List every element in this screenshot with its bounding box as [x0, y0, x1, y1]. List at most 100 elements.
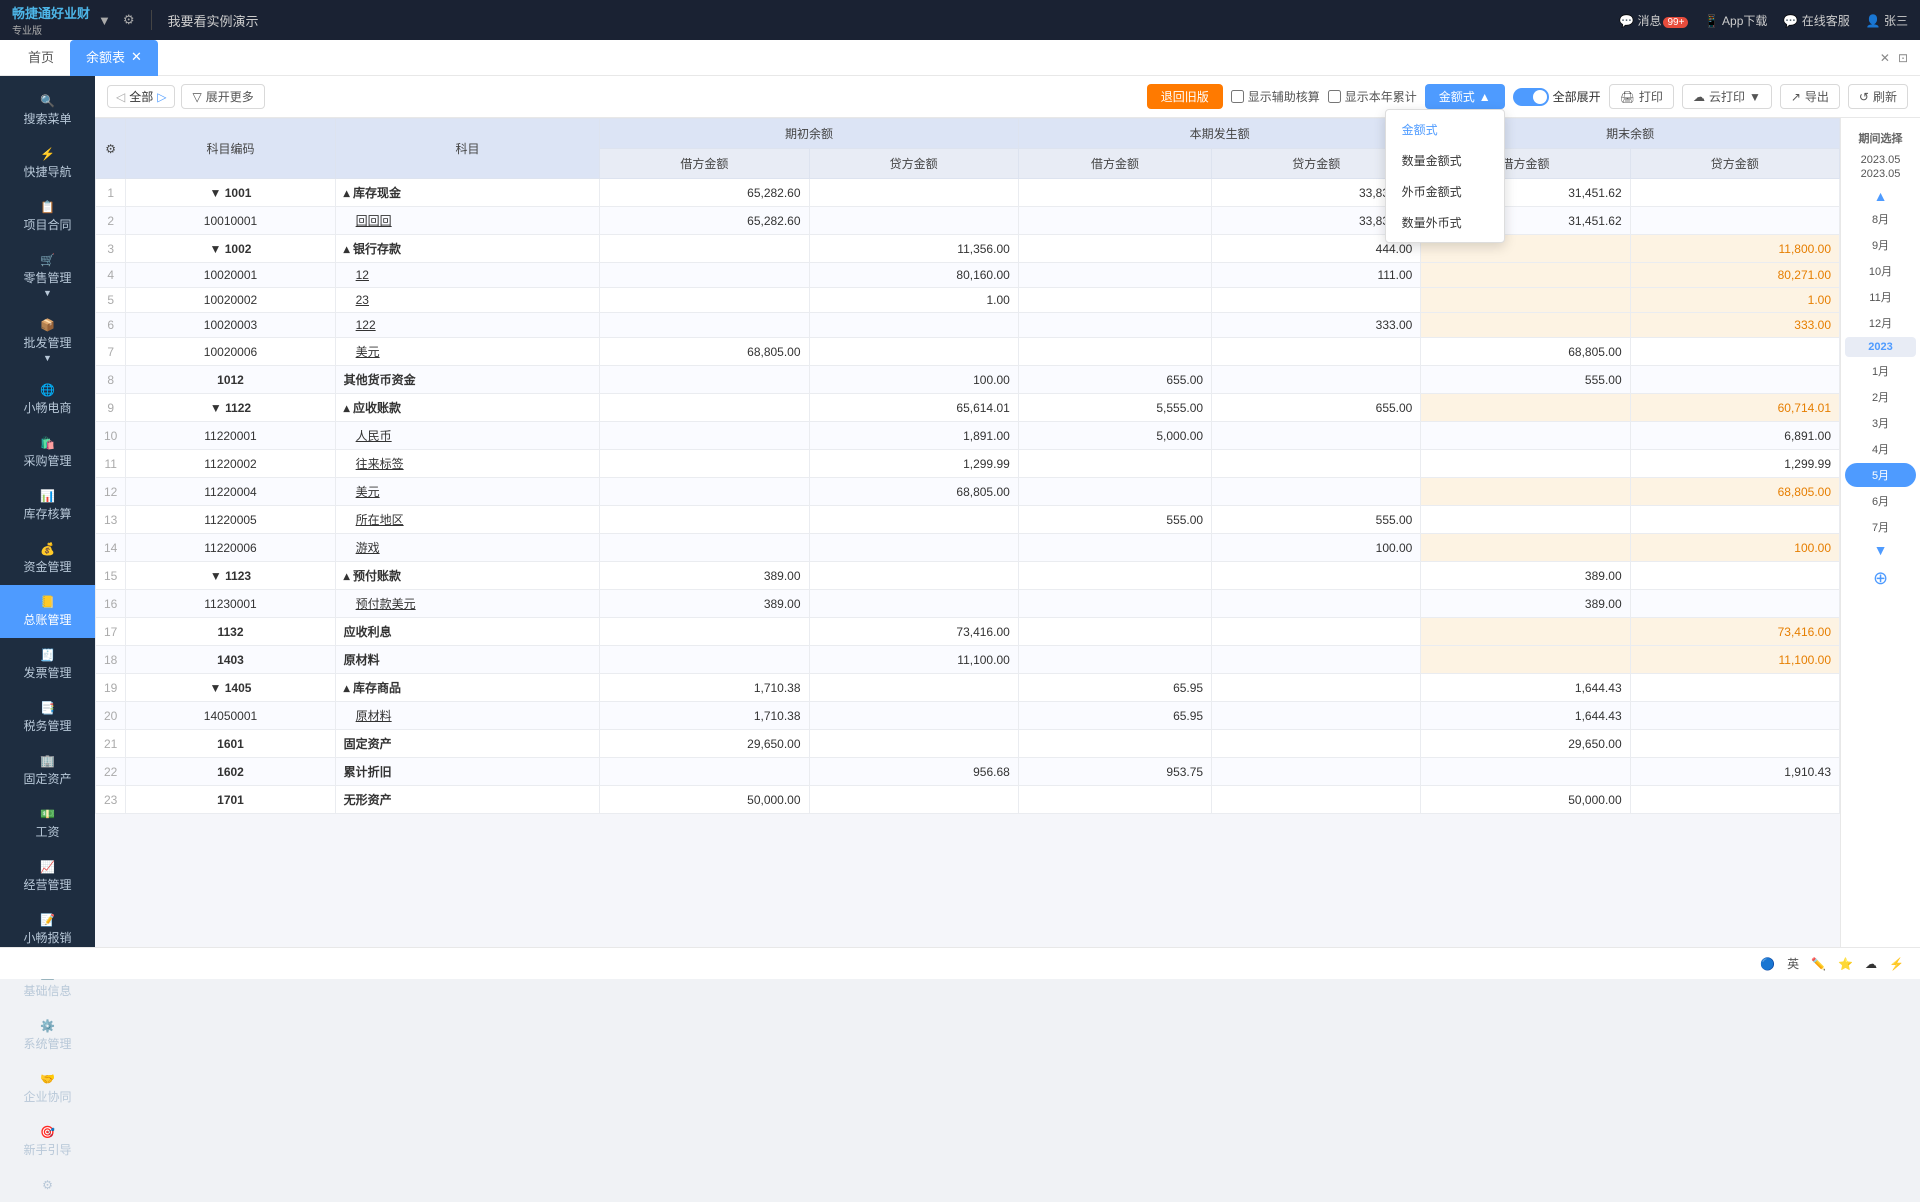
month-12[interactable]: 12月 [1845, 311, 1916, 335]
row-name[interactable]: 所在地区 [335, 506, 600, 534]
close-window-icon[interactable]: ✕ [1880, 51, 1890, 65]
row-name[interactable]: ▴ 预付账款 [335, 562, 600, 590]
sidebar-item-accounting[interactable]: 📒 总账管理 [0, 585, 95, 638]
cloud-print-btn[interactable]: ☁ 云打印 ▼ [1682, 84, 1772, 109]
table-row[interactable]: 13 11220005 所在地区 555.00 555.00 [96, 506, 1840, 534]
message-btn[interactable]: 💬 消息99+ [1619, 12, 1688, 29]
month-7[interactable]: 7月 [1845, 515, 1916, 539]
sidebar-item-finance[interactable]: 💰 资金管理 [0, 532, 95, 585]
chk-year-input[interactable] [1328, 90, 1341, 103]
row-name[interactable]: 122 [335, 313, 600, 338]
table-row[interactable]: 4 10020001 12 80,160.00 111.00 80,271.00 [96, 263, 1840, 288]
sidebar-item-project[interactable]: 📋 项目合同 [0, 190, 95, 243]
table-row[interactable]: 11 11220002 往来标签 1,299.99 1,299.99 [96, 450, 1840, 478]
bottom-icon-5[interactable]: ⚡ [1889, 957, 1904, 971]
tab-balance[interactable]: 余额表 ✕ [70, 40, 158, 76]
month-2[interactable]: 2月 [1845, 385, 1916, 409]
row-name[interactable]: 应收利息 [335, 618, 600, 646]
row-name[interactable]: 原材料 [335, 646, 600, 674]
table-row[interactable]: 10 11220001 人民币 1,891.00 5,000.00 6,891.… [96, 422, 1840, 450]
table-row[interactable]: 8 1012 其他货币资金 100.00 655.00 555.00 [96, 366, 1840, 394]
dropdown-icon[interactable]: ▼ [98, 13, 111, 28]
print-btn[interactable]: 🖨 打印 [1609, 84, 1674, 109]
bottom-icon-2[interactable]: ✏️ [1811, 957, 1826, 971]
sidebar-item-quicknav[interactable]: ⚡ 快捷导航 [0, 137, 95, 190]
sidebar-item-search[interactable]: 🔍 搜索菜单 [0, 84, 95, 137]
chk-aux-label[interactable]: 显示辅助核算 [1231, 88, 1320, 105]
table-row[interactable]: 12 11220004 美元 68,805.00 68,805.00 [96, 478, 1840, 506]
sidebar-item-operations[interactable]: 📈 经营管理 [0, 850, 95, 903]
sidebar-item-guide[interactable]: 🎯 新手引导 [0, 1115, 95, 1168]
refresh-btn[interactable]: ↺ 刷新 [1848, 84, 1908, 109]
chk-aux-input[interactable] [1231, 90, 1244, 103]
row-name[interactable]: 原材料 [335, 702, 600, 730]
month-9[interactable]: 9月 [1845, 233, 1916, 257]
tab-close-icon[interactable]: ✕ [131, 49, 142, 65]
row-name[interactable]: 预付款美元 [335, 590, 600, 618]
month-6[interactable]: 6月 [1845, 489, 1916, 513]
export-btn[interactable]: ↗ 导出 [1780, 84, 1840, 109]
month-1[interactable]: 1月 [1845, 359, 1916, 383]
row-name[interactable]: 无形资产 [335, 786, 600, 814]
table-row[interactable]: 9 ▼ 1122 ▴ 应收账款 65,614.01 5,555.00 655.0… [96, 394, 1840, 422]
table-row[interactable]: 21 1601 固定资产 29,650.00 29,650.00 [96, 730, 1840, 758]
sidebar-item-tax[interactable]: 📑 税务管理 [0, 691, 95, 744]
table-row[interactable]: 3 ▼ 1002 ▴ 银行存款 11,356.00 444.00 11,800.… [96, 235, 1840, 263]
month-10[interactable]: 10月 [1845, 259, 1916, 283]
demo-link[interactable]: 我要看实例演示 [168, 11, 259, 30]
dropdown-item-qty-foreign[interactable]: 数量外币式 [1386, 207, 1504, 238]
row-name[interactable]: ▴ 库存商品 [335, 674, 600, 702]
month-5[interactable]: 5月 [1845, 463, 1916, 487]
month-4[interactable]: 4月 [1845, 437, 1916, 461]
bottom-lang[interactable]: 英 [1787, 955, 1799, 972]
bottom-icon-4[interactable]: ☁ [1865, 957, 1877, 971]
toggle-expand-switch[interactable] [1513, 88, 1549, 106]
table-settings-header[interactable]: ⚙ [96, 119, 126, 179]
table-row[interactable]: 17 1132 应收利息 73,416.00 73,416.00 [96, 618, 1840, 646]
row-name[interactable]: ▴ 应收账款 [335, 394, 600, 422]
table-row[interactable]: 1 ▼ 1001 ▴ 库存现金 65,282.60 33,830.98 31,4… [96, 179, 1840, 207]
month-3[interactable]: 3月 [1845, 411, 1916, 435]
row-name[interactable]: 固定资产 [335, 730, 600, 758]
row-name[interactable]: 其他货币资金 [335, 366, 600, 394]
sidebar-item-wholesale[interactable]: 📦 批发管理 ▼ [0, 308, 95, 373]
user-avatar[interactable]: 👤 张三 [1866, 12, 1908, 29]
sidebar-item-salary[interactable]: 💵 工资 [0, 797, 95, 850]
period-down-arrow[interactable]: ▼ [1868, 540, 1894, 560]
bottom-icon-1[interactable]: 🔵 [1760, 957, 1775, 971]
online-service-btn[interactable]: 💬 在线客服 [1783, 12, 1849, 29]
row-name[interactable]: 12 [335, 263, 600, 288]
sidebar-item-invoice[interactable]: 🧾 发票管理 [0, 638, 95, 691]
year-2023-label[interactable]: 2023 [1845, 337, 1916, 357]
table-row[interactable]: 14 11220006 游戏 100.00 100.00 [96, 534, 1840, 562]
table-row[interactable]: 5 10020002 23 1.00 1.00 [96, 288, 1840, 313]
row-name[interactable]: 游戏 [335, 534, 600, 562]
row-name[interactable]: 累计折旧 [335, 758, 600, 786]
dropdown-item-foreign-amount[interactable]: 外币金额式 [1386, 176, 1504, 207]
amount-mode-btn[interactable]: 金额式 ▲ [1425, 84, 1505, 109]
table-row[interactable]: 23 1701 无形资产 50,000.00 50,000.00 [96, 786, 1840, 814]
search-right-icon[interactable]: ▷ [157, 90, 166, 104]
return-old-btn[interactable]: 退回旧版 [1147, 84, 1223, 109]
tab-home[interactable]: 首页 [12, 40, 70, 76]
table-row[interactable]: 6 10020003 122 333.00 333.00 [96, 313, 1840, 338]
row-name[interactable]: 回回回 [335, 207, 600, 235]
row-name[interactable]: 美元 [335, 338, 600, 366]
settings-icon[interactable]: ⚙ [123, 12, 135, 28]
table-row[interactable]: 7 10020006 美元 68,805.00 68,805.00 [96, 338, 1840, 366]
row-name[interactable]: 人民币 [335, 422, 600, 450]
sidebar-item-assets[interactable]: 🏢 固定资产 [0, 744, 95, 797]
sidebar-item-inventory[interactable]: 📊 库存核算 [0, 479, 95, 532]
table-row[interactable]: 22 1602 累计折旧 956.68 953.75 1,910.43 [96, 758, 1840, 786]
sidebar-item-partner[interactable]: 🤝 企业协同 [0, 1062, 95, 1115]
chk-year-label[interactable]: 显示本年累计 [1328, 88, 1417, 105]
table-row[interactable]: 20 14050001 原材料 1,710.38 65.95 1,644.43 [96, 702, 1840, 730]
row-name[interactable]: ▴ 库存现金 [335, 179, 600, 207]
month-11[interactable]: 11月 [1845, 285, 1916, 309]
expand-more-btn[interactable]: ▽ 展开更多 [181, 84, 264, 109]
period-up-arrow[interactable]: ▲ [1868, 186, 1894, 206]
table-row[interactable]: 16 11230001 预付款美元 389.00 389.00 [96, 590, 1840, 618]
table-row[interactable]: 15 ▼ 1123 ▴ 预付账款 389.00 389.00 [96, 562, 1840, 590]
bottom-icon-3[interactable]: ⭐ [1838, 957, 1853, 971]
sidebar-item-system[interactable]: ⚙️ 系统管理 [0, 1009, 95, 1062]
